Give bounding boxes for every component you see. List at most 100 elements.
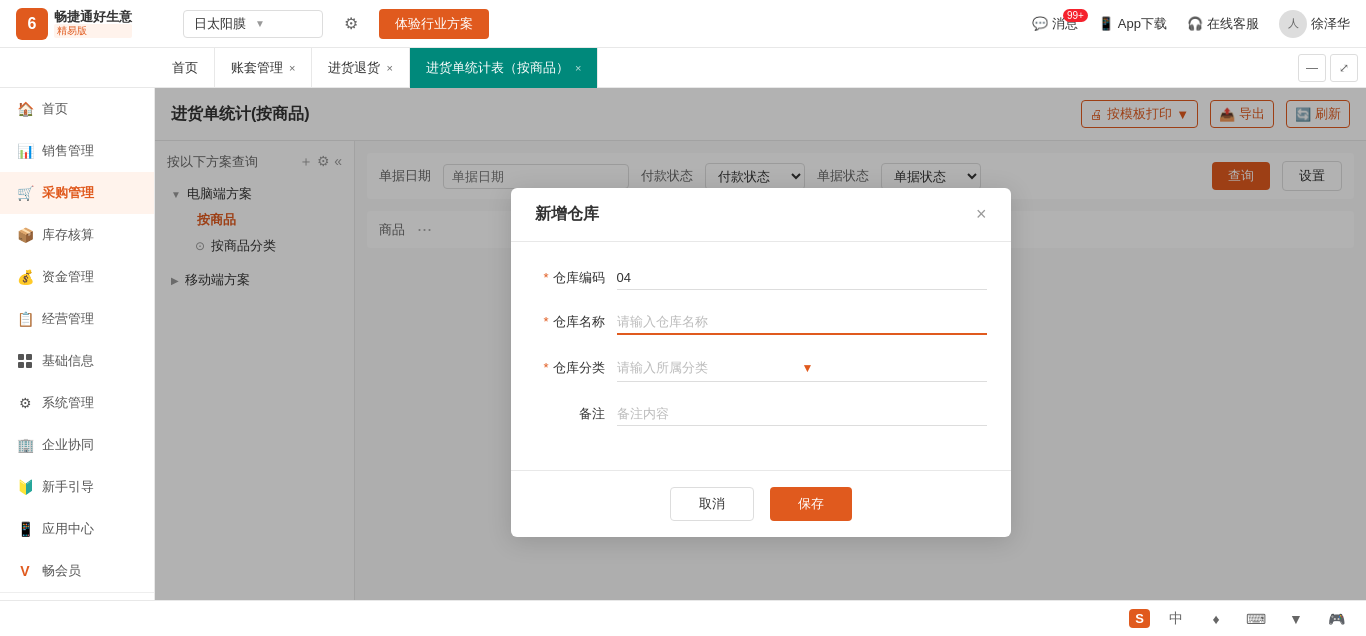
status-keyboard-icon[interactable]: ⌨ xyxy=(1242,605,1270,633)
trial-button[interactable]: 体验行业方案 xyxy=(379,9,489,39)
sidebar-finance-label: 资金管理 xyxy=(42,268,94,286)
enterprise-icon: 🏢 xyxy=(16,436,34,454)
sidebar-item-purchase[interactable]: 🛒 采购管理 xyxy=(0,172,154,214)
modal-overlay[interactable]: 新增仓库 × *仓库编码 *仓库名称 xyxy=(155,88,1366,636)
dialog-footer: 取消 保存 xyxy=(511,470,1011,537)
tab-minimize-btn[interactable]: — xyxy=(1298,54,1326,82)
user-nav-item[interactable]: 人 徐泽华 xyxy=(1279,10,1350,38)
field-input-name[interactable] xyxy=(617,310,987,335)
sidebar-sales-label: 销售管理 xyxy=(42,142,94,160)
field-select-category[interactable]: 请输入所属分类 ▼ xyxy=(617,355,987,382)
field-input-remark[interactable] xyxy=(617,402,987,426)
app-download-nav-item[interactable]: 📱 App下载 xyxy=(1098,15,1167,33)
svg-rect-1 xyxy=(26,354,32,360)
messages-badge: 99+ xyxy=(1063,9,1088,22)
sidebar-item-sales[interactable]: 📊 销售管理 xyxy=(0,130,154,172)
sidebar-home-label: 首页 xyxy=(42,100,68,118)
headset-icon: 🎧 xyxy=(1187,16,1203,31)
system-icon: ⚙ xyxy=(16,394,34,412)
sidebar-item-home[interactable]: 🏠 首页 xyxy=(0,88,154,130)
messages-nav-item[interactable]: 💬 消息 99+ xyxy=(1032,15,1078,33)
sidebar-purchase-label: 采购管理 xyxy=(42,184,94,202)
sidebar-item-vip[interactable]: V 畅会员 xyxy=(0,550,154,592)
field-label-remark: 备注 xyxy=(535,405,605,423)
field-label-name: *仓库名称 xyxy=(535,313,605,331)
tab-purchase-stats-close[interactable]: × xyxy=(575,62,581,74)
store-selector[interactable]: 日太阳膜 ▼ xyxy=(183,10,323,38)
new-warehouse-dialog: 新增仓库 × *仓库编码 *仓库名称 xyxy=(511,188,1011,537)
content-area: 进货单统计(按商品) 🖨 按模板打印 ▼ 📤 导出 🔄 刷新 xyxy=(155,88,1366,636)
cancel-button[interactable]: 取消 xyxy=(670,487,754,521)
sidebar-operation-label: 经营管理 xyxy=(42,310,94,328)
settings-icon[interactable]: ⚙ xyxy=(335,8,367,40)
form-row-category: *仓库分类 请输入所属分类 ▼ xyxy=(535,355,987,382)
sidebar-item-newbie[interactable]: 🔰 新手引导 xyxy=(0,466,154,508)
dialog-body: *仓库编码 *仓库名称 *仓库分类 xyxy=(511,242,1011,470)
form-row-remark: 备注 xyxy=(535,402,987,426)
sidebar-item-operation[interactable]: 📋 经营管理 xyxy=(0,298,154,340)
tab-home[interactable]: 首页 xyxy=(156,48,215,88)
save-button[interactable]: 保存 xyxy=(770,487,852,521)
basic-info-icon xyxy=(16,352,34,370)
status-lang-icon[interactable]: 中 xyxy=(1162,605,1190,633)
tab-purchase-return-close[interactable]: × xyxy=(386,62,392,74)
status-dot-icon[interactable]: ♦ xyxy=(1202,605,1230,633)
dialog-close-btn[interactable]: × xyxy=(976,204,987,225)
dialog-title: 新增仓库 xyxy=(535,204,599,225)
status-bar: S 中 ♦ ⌨ ▼ 🎮 xyxy=(0,600,1366,636)
logo-area: 6 畅捷通好生意 精易版 xyxy=(16,8,171,40)
sidebar-inventory-label: 库存核算 xyxy=(42,226,94,244)
logo-main-text: 畅捷通好生意 xyxy=(54,9,132,25)
home-icon: 🏠 xyxy=(16,100,34,118)
vip-icon: V xyxy=(16,562,34,580)
dialog-header: 新增仓库 × xyxy=(511,188,1011,242)
tab-accounts[interactable]: 账套管理 × xyxy=(215,48,312,88)
tab-purchase-stats[interactable]: 进货单统计表（按商品） × xyxy=(410,48,598,88)
tab-accounts-label: 账套管理 xyxy=(231,59,283,77)
online-service-label: 在线客服 xyxy=(1207,15,1259,33)
finance-icon: 💰 xyxy=(16,268,34,286)
purchase-icon: 🛒 xyxy=(16,184,34,202)
svg-rect-2 xyxy=(18,362,24,368)
status-down-icon[interactable]: ▼ xyxy=(1282,605,1310,633)
store-name: 日太阳膜 xyxy=(194,15,251,33)
store-selector-arrow: ▼ xyxy=(255,18,312,29)
svg-rect-0 xyxy=(18,354,24,360)
sidebar-item-system[interactable]: ⚙ 系统管理 xyxy=(0,382,154,424)
s-logo: S xyxy=(1129,609,1150,628)
field-select-category-placeholder: 请输入所属分类 xyxy=(617,359,802,377)
operation-icon: 📋 xyxy=(16,310,34,328)
svg-rect-3 xyxy=(26,362,32,368)
tab-home-label: 首页 xyxy=(172,59,198,77)
avatar: 人 xyxy=(1279,10,1307,38)
sidebar-item-enterprise[interactable]: 🏢 企业协同 xyxy=(0,424,154,466)
form-row-code: *仓库编码 xyxy=(535,266,987,290)
required-star-code: * xyxy=(543,270,548,285)
sidebar-app-center-label: 应用中心 xyxy=(42,520,94,538)
sales-icon: 📊 xyxy=(16,142,34,160)
form-row-name: *仓库名称 xyxy=(535,310,987,335)
tab-accounts-close[interactable]: × xyxy=(289,62,295,74)
sidebar-enterprise-label: 企业协同 xyxy=(42,436,94,454)
main-layout: 🏠 首页 📊 销售管理 🛒 采购管理 📦 库存核算 💰 资金管理 📋 经营管理 xyxy=(0,88,1366,636)
field-input-code[interactable] xyxy=(617,266,987,290)
tab-maximize-btn[interactable]: ⤢ xyxy=(1330,54,1358,82)
sidebar-item-app-center[interactable]: 📱 应用中心 xyxy=(0,508,154,550)
top-bar: 6 畅捷通好生意 精易版 日太阳膜 ▼ ⚙ 体验行业方案 💬 消息 99+ 📱 … xyxy=(0,0,1366,48)
app-center-icon: 📱 xyxy=(16,520,34,538)
select-category-arrow: ▼ xyxy=(802,361,987,375)
logo-text: 畅捷通好生意 精易版 xyxy=(54,9,132,39)
logo-icon: 6 xyxy=(16,8,48,40)
tab-purchase-return[interactable]: 进货退货 × xyxy=(312,48,409,88)
sidebar-item-basic-info[interactable]: 基础信息 xyxy=(0,340,154,382)
tab-purchase-return-label: 进货退货 xyxy=(328,59,380,77)
required-star-name: * xyxy=(543,314,548,329)
sidebar-basic-info-label: 基础信息 xyxy=(42,352,94,370)
online-service-nav-item[interactable]: 🎧 在线客服 xyxy=(1187,15,1259,33)
top-right-nav: 💬 消息 99+ 📱 App下载 🎧 在线客服 人 徐泽华 xyxy=(1032,10,1350,38)
sidebar-item-finance[interactable]: 💰 资金管理 xyxy=(0,256,154,298)
sidebar-item-inventory[interactable]: 📦 库存核算 xyxy=(0,214,154,256)
logo-sub-text: 精易版 xyxy=(54,24,132,38)
field-label-category: *仓库分类 xyxy=(535,359,605,377)
status-game-icon[interactable]: 🎮 xyxy=(1322,605,1350,633)
